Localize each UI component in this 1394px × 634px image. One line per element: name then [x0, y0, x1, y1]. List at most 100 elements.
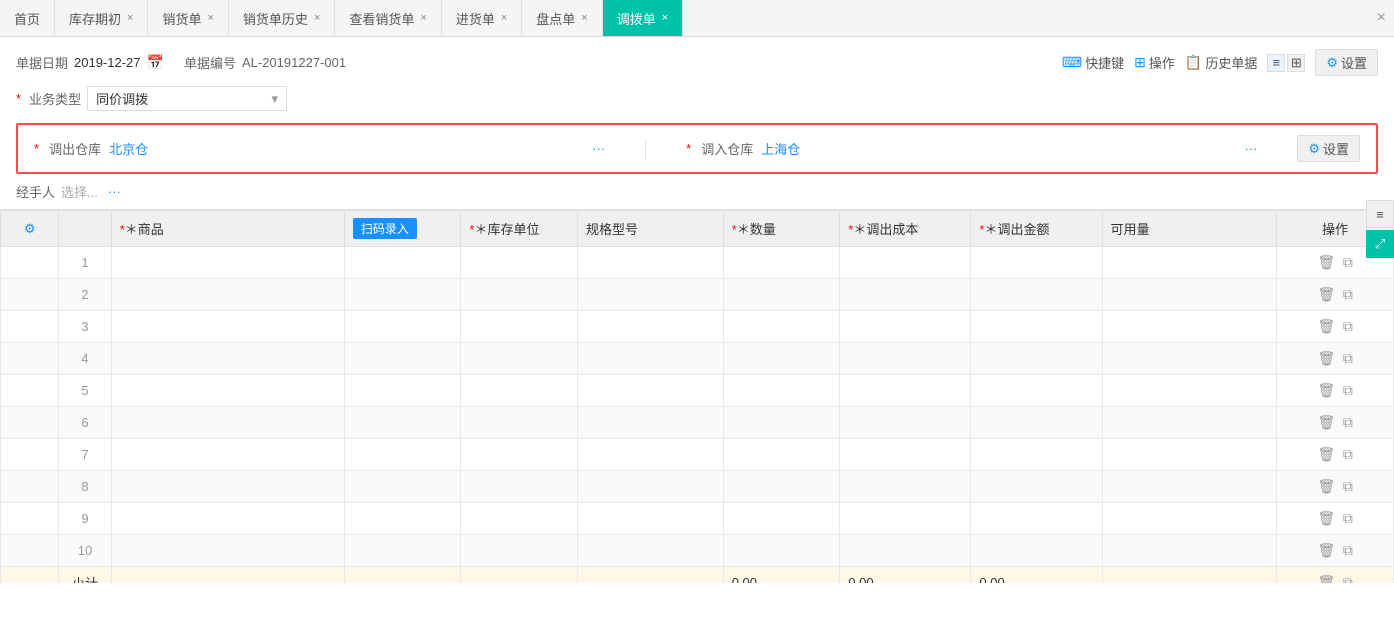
delete-row-icon[interactable]: 🗑	[1317, 574, 1335, 583]
tab-inventory-check[interactable]: 盘点单 ×	[522, 0, 602, 36]
delete-row-icon[interactable]: 🗑	[1317, 254, 1335, 270]
tab-view-sales[interactable]: 查看销货单 ×	[335, 0, 441, 36]
table-row: 10 🗑 ⧉	[1, 535, 1394, 567]
col-cost-header: *＊调出成本	[840, 211, 971, 247]
row-avail-cell	[1102, 375, 1277, 407]
tab-close-view-sales[interactable]: ×	[420, 12, 426, 24]
tab-home[interactable]: 首页	[0, 0, 55, 36]
row-settings-cell	[1, 279, 59, 311]
tab-bar: 首页 库存期初 × 销货单 × 销货单历史 × 查看销货单 × 进货单 ×	[0, 0, 1394, 37]
row-product-cell[interactable]	[111, 343, 344, 375]
business-type-select[interactable]: 同价调拨 ▾	[87, 86, 287, 111]
copy-row-icon[interactable]: ⧉	[1343, 574, 1353, 583]
tab-close-transfer[interactable]: ×	[662, 12, 668, 24]
copy-row-icon[interactable]: ⧉	[1343, 510, 1353, 526]
table-row: 2 🗑 ⧉	[1, 279, 1394, 311]
grid-view-button[interactable]: ⊞	[1287, 54, 1305, 72]
copy-row-icon[interactable]: ⧉	[1343, 478, 1353, 494]
tab-close-inventory-init[interactable]: ×	[127, 12, 133, 24]
tab-close-sales-order[interactable]: ×	[207, 12, 213, 24]
warehouse-settings-button[interactable]: ⚙ 设置	[1297, 135, 1360, 162]
delete-row-icon[interactable]: 🗑	[1317, 510, 1335, 526]
float-list-button[interactable]: ≡	[1366, 200, 1394, 228]
copy-row-icon[interactable]: ⧉	[1343, 542, 1353, 558]
row-amount-cell	[971, 471, 1102, 503]
shortcut-button[interactable]: ⌨ 快捷键	[1062, 53, 1124, 72]
close-all-tabs-button[interactable]: ×	[1377, 0, 1386, 36]
col-rownum-header	[59, 211, 111, 247]
settings-button[interactable]: ⚙ 设置	[1315, 49, 1378, 76]
table-settings-icon[interactable]: ⚙	[24, 221, 36, 236]
row-scan-cell	[344, 247, 461, 279]
col-scan-header[interactable]: 扫码录入	[344, 211, 461, 247]
delete-row-icon[interactable]: 🗑	[1317, 286, 1335, 302]
copy-row-icon[interactable]: ⧉	[1343, 318, 1353, 334]
row-qty-cell	[723, 343, 840, 375]
table-row: 7 🗑 ⧉	[1, 439, 1394, 471]
copy-row-icon[interactable]: ⧉	[1343, 446, 1353, 462]
delete-row-icon[interactable]: 🗑	[1317, 318, 1335, 334]
row-amount-cell	[971, 503, 1102, 535]
tab-close-sales-history[interactable]: ×	[314, 12, 320, 24]
row-product-cell[interactable]	[111, 247, 344, 279]
transfer-out-star: *	[34, 141, 39, 156]
row-ops-cell: 🗑 ⧉	[1277, 439, 1394, 471]
row-product-cell[interactable]	[111, 503, 344, 535]
delete-row-icon[interactable]: 🗑	[1317, 478, 1335, 494]
list-view-button[interactable]: ≡	[1267, 54, 1285, 72]
handler-input[interactable]: 选择...	[61, 182, 98, 201]
delete-row-icon[interactable]: 🗑	[1317, 542, 1335, 558]
operation-button[interactable]: ⊞ 操作	[1134, 53, 1175, 72]
row-product-cell[interactable]	[111, 407, 344, 439]
transfer-out-dots[interactable]: ···	[592, 141, 605, 156]
delete-row-icon[interactable]: 🗑	[1317, 382, 1335, 398]
copy-row-icon[interactable]: ⧉	[1343, 254, 1353, 270]
scan-button[interactable]: 扫码录入	[353, 218, 417, 239]
copy-row-icon[interactable]: ⧉	[1343, 382, 1353, 398]
copy-row-icon[interactable]: ⧉	[1343, 350, 1353, 366]
settings-icon: ⚙	[1326, 55, 1338, 71]
row-avail-cell	[1102, 247, 1277, 279]
business-type-label: 业务类型	[29, 89, 81, 108]
handler-dots[interactable]: ···	[108, 184, 121, 199]
row-scan-cell	[344, 407, 461, 439]
copy-row-icon[interactable]: ⧉	[1343, 414, 1353, 430]
calendar-icon[interactable]: 📅	[147, 54, 164, 71]
view-toggle: ≡ ⊞	[1267, 54, 1305, 72]
row-product-cell[interactable]	[111, 471, 344, 503]
row-product-cell[interactable]	[111, 535, 344, 567]
row-spec-cell	[577, 535, 723, 567]
row-product-cell[interactable]	[111, 375, 344, 407]
row-product-cell[interactable]	[111, 279, 344, 311]
tab-sales-order[interactable]: 销货单 ×	[148, 0, 228, 36]
row-scan-cell	[344, 343, 461, 375]
row-avail-cell	[1102, 407, 1277, 439]
delete-row-icon[interactable]: 🗑	[1317, 414, 1335, 430]
table-header-row: ⚙ *＊商品 扫码录入 *＊库存单位 规格型号 *＊数量	[1, 211, 1394, 247]
col-settings-header[interactable]: ⚙	[1, 211, 59, 247]
delete-row-icon[interactable]: 🗑	[1317, 446, 1335, 462]
copy-row-icon[interactable]: ⧉	[1343, 286, 1353, 302]
tab-purchase[interactable]: 进货单 ×	[442, 0, 522, 36]
row-product-cell[interactable]	[111, 567, 344, 584]
row-product-cell[interactable]	[111, 311, 344, 343]
float-expand-button[interactable]: ⤢	[1366, 230, 1394, 258]
tab-close-inventory-check[interactable]: ×	[581, 12, 587, 24]
row-product-cell[interactable]	[111, 439, 344, 471]
tab-inventory-init[interactable]: 库存期初 ×	[55, 0, 148, 36]
transfer-in-dots[interactable]: ···	[1244, 141, 1257, 156]
row-number: 4	[59, 343, 111, 375]
tab-sales-history[interactable]: 销货单历史 ×	[229, 0, 335, 36]
row-unit-cell	[461, 375, 578, 407]
delete-row-icon[interactable]: 🗑	[1317, 350, 1335, 366]
row-qty-cell	[723, 503, 840, 535]
tab-transfer[interactable]: 调拨单 ×	[603, 0, 683, 36]
row-number: 8	[59, 471, 111, 503]
row-unit-cell	[461, 279, 578, 311]
row-number: 7	[59, 439, 111, 471]
row-scan-cell	[344, 439, 461, 471]
tab-close-purchase[interactable]: ×	[501, 12, 507, 24]
history-button[interactable]: 📋 历史单据	[1185, 53, 1257, 72]
transfer-out-value: 北京仓	[109, 139, 148, 158]
row-number: 3	[59, 311, 111, 343]
